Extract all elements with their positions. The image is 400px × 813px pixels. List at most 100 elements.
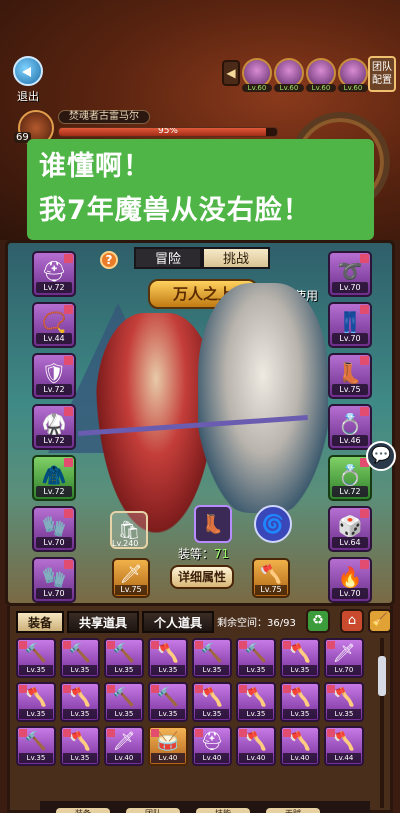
right-slot-3[interactable]: 👢 Lv.75: [328, 353, 372, 399]
party-member-avatar[interactable]: Lv.60: [274, 58, 304, 92]
bag-item[interactable]: 🗡 Lv.70: [324, 638, 364, 678]
rarity-tag: [360, 407, 369, 416]
bag-item[interactable]: 🪓 Lv.35: [280, 682, 320, 722]
necklace-icon: 📿: [41, 310, 67, 334]
off-hand-level: Lv.75: [255, 585, 287, 595]
bag-item[interactable]: 🪓 Lv.35: [60, 726, 100, 766]
rarity-tag: [360, 509, 369, 518]
left-slot-2[interactable]: 📿 Lv.44: [32, 302, 76, 348]
nav-tab-3[interactable]: 技能: [196, 808, 250, 813]
tab-challenge[interactable]: 挑战: [202, 247, 270, 269]
right-slot-5[interactable]: 💍 Lv.72: [328, 455, 372, 501]
right-slot-7[interactable]: 🔥 Lv.70: [328, 557, 372, 603]
right-slot-4[interactable]: 💍 Lv.46: [328, 404, 372, 450]
rarity-tag: [360, 305, 369, 314]
nav-tab-4[interactable]: 天赋: [266, 808, 320, 813]
bag-item-level: Lv.40: [107, 753, 141, 763]
bag-item[interactable]: 🪓 Lv.35: [324, 682, 364, 722]
rarity-tag: [360, 356, 369, 365]
bag-item[interactable]: 🪓 Lv.35: [60, 682, 100, 722]
bag-item[interactable]: 🪓 Lv.35: [192, 682, 232, 722]
trinket-icon: 🎲: [337, 514, 363, 538]
left-slot-6[interactable]: 🧤 Lv.70: [32, 506, 76, 552]
boots-purple-icon[interactable]: 👢: [194, 505, 232, 543]
caption-line-2: 我7年魔兽从没右脸！: [39, 195, 311, 226]
boss-bar: 69 焚魂者古雷马尔 95%: [14, 108, 284, 146]
rarity-tag: [195, 685, 203, 693]
boss-hp-percent: 95%: [157, 127, 178, 136]
tab-shared-items[interactable]: 共享道具: [67, 611, 140, 633]
bag-item-level: Lv.40: [283, 753, 317, 763]
bag-item[interactable]: 🔨 Lv.35: [60, 638, 100, 678]
bag-item[interactable]: ⛑ Lv.40: [192, 726, 232, 766]
rarity-tag: [107, 729, 115, 737]
bag-item-level: Lv.35: [151, 665, 185, 675]
right-slot-2[interactable]: 👖 Lv.70: [328, 302, 372, 348]
main-hand-weapon-slot[interactable]: 🗡 Lv.75: [112, 558, 150, 598]
bag-item[interactable]: 🪓 Lv.40: [280, 726, 320, 766]
rarity-tag: [19, 641, 27, 649]
slot-level: Lv.44: [36, 333, 72, 344]
help-icon[interactable]: ?: [100, 251, 118, 269]
weapon-icon: 🪓: [68, 731, 92, 752]
exit-button[interactable]: 退出: [8, 56, 48, 103]
nav-tab-1[interactable]: 装备: [56, 808, 110, 813]
rarity-tag: [283, 641, 291, 649]
party-member-avatar[interactable]: Lv.60: [338, 58, 368, 92]
bag-item[interactable]: 🔨 Lv.35: [16, 638, 56, 678]
left-slot-5[interactable]: 🧥 Lv.72: [32, 455, 76, 501]
bag-item-level: Lv.35: [19, 665, 53, 675]
belt-icon: ➰: [337, 259, 363, 283]
detail-attributes-button[interactable]: 详细属性: [170, 565, 234, 589]
bag-item[interactable]: 🗡 Lv.40: [104, 726, 144, 766]
rarity-tag: [107, 685, 115, 693]
chat-bubble-icon[interactable]: 💬: [366, 441, 396, 471]
bag-item[interactable]: 🪓 Lv.40: [236, 726, 276, 766]
bag-item[interactable]: 🪓 Lv.35: [148, 638, 188, 678]
tab-equipment[interactable]: 装备: [16, 611, 65, 633]
rarity-tag: [195, 729, 203, 737]
party-prev-button[interactable]: ◀: [222, 60, 240, 86]
tab-adventure[interactable]: 冒险: [134, 247, 202, 269]
right-slot-1[interactable]: ➰ Lv.70: [328, 251, 372, 297]
right-slot-6[interactable]: 🎲 Lv.64: [328, 506, 372, 552]
weapon-icon: ⛑: [200, 731, 224, 752]
mode-tabs: 冒险 挑战: [134, 247, 270, 269]
equip-level: 装等：71: [178, 545, 229, 562]
bag-item[interactable]: 🔨 Lv.35: [192, 638, 232, 678]
left-slot-4[interactable]: 🥋 Lv.72: [32, 404, 76, 450]
slot-level: Lv.70: [36, 588, 72, 599]
team-config-button[interactable]: 团队 配置: [368, 56, 396, 92]
bag-item[interactable]: 🔨 Lv.35: [104, 682, 144, 722]
nav-tab-2[interactable]: 团队: [126, 808, 180, 813]
bag-item[interactable]: 🔨 Lv.35: [16, 726, 56, 766]
bag-item[interactable]: 🪓 Lv.35: [16, 682, 56, 722]
left-slot-3[interactable]: 🛡 Lv.72: [32, 353, 76, 399]
caption-bubble: 谁懂啊！ 我7年魔兽从没右脸！: [27, 139, 374, 240]
bag-item[interactable]: 🪓 Lv.44: [324, 726, 364, 766]
bag-item[interactable]: 🪓 Lv.35: [236, 682, 276, 722]
equip-level-label: 装等：: [178, 547, 215, 561]
weapon-icon: 🪓: [244, 687, 268, 708]
swirl-emblem-icon[interactable]: 🌀: [254, 505, 292, 543]
bag-item[interactable]: 🔨 Lv.35: [104, 638, 144, 678]
left-slot-7[interactable]: 🧤 Lv.70: [32, 557, 76, 603]
scrollbar-thumb[interactable]: [378, 656, 386, 696]
bag-item[interactable]: 🥁 Lv.40: [148, 726, 188, 766]
rarity-tag: [64, 305, 73, 314]
party-member-avatar[interactable]: Lv.60: [242, 58, 272, 92]
weapon-icon: 🪓: [288, 731, 312, 752]
off-hand-weapon-slot[interactable]: 🪓 Lv.75: [252, 558, 290, 598]
bag-item[interactable]: 🔨 Lv.35: [236, 638, 276, 678]
sweep-icon[interactable]: 🧹: [368, 609, 392, 633]
bag-item[interactable]: 🪓 Lv.35: [280, 638, 320, 678]
recycle-icon[interactable]: ♻: [306, 609, 330, 633]
party-member-avatar[interactable]: Lv.60: [306, 58, 336, 92]
rarity-tag: [64, 356, 73, 365]
slot-level: Lv.72: [36, 435, 72, 446]
shop-icon[interactable]: ⌂: [340, 609, 364, 633]
tab-personal-items[interactable]: 个人道具: [142, 611, 215, 633]
bag-item[interactable]: 🔨 Lv.35: [148, 682, 188, 722]
weapon-icon: 🪓: [200, 687, 224, 708]
left-slot-1[interactable]: ⛑ Lv.72: [32, 251, 76, 297]
